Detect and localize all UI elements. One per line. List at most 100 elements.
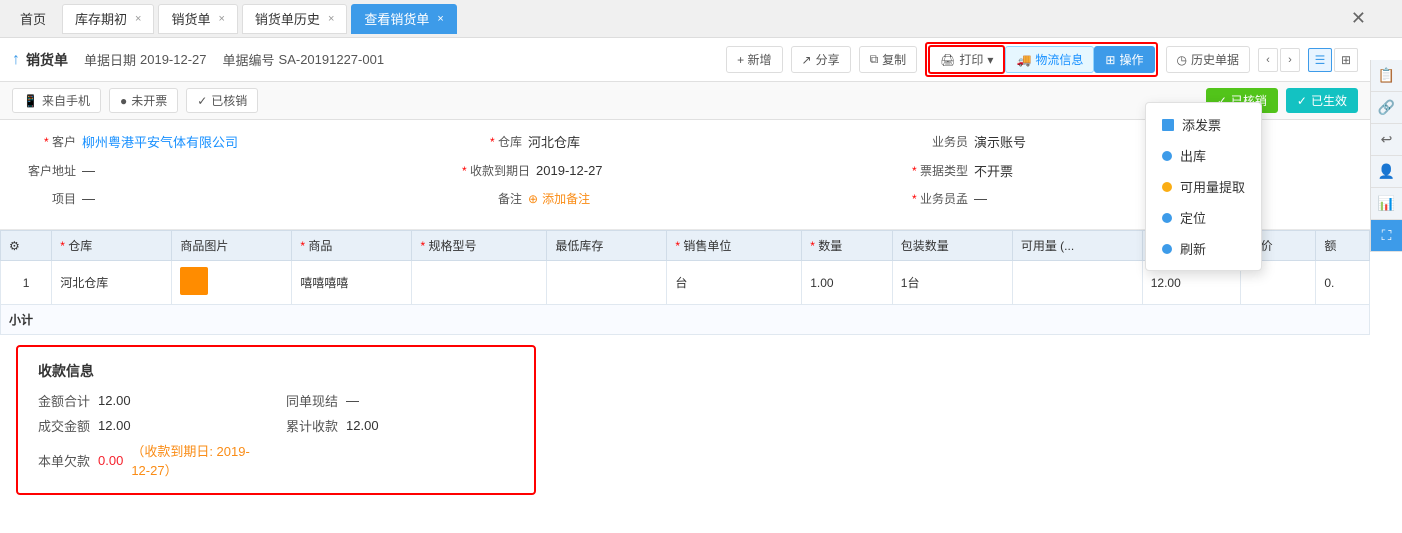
out-warehouse-icon <box>1162 151 1172 161</box>
sidebar-icon-6[interactable]: ⛶ <box>1371 220 1402 252</box>
row-available <box>1012 261 1142 305</box>
done-button[interactable]: ✓ 已核销 <box>186 88 258 113</box>
next-button[interactable]: › <box>1280 48 1300 72</box>
customer-value[interactable]: 柳州粤港平安气体有限公司 <box>82 132 238 151</box>
ticket-icon: ● <box>120 94 127 108</box>
locate-label: 定位 <box>1180 208 1206 227</box>
row-product: 嘻嘻嘻嘻 <box>292 261 412 305</box>
col-gear[interactable]: ⚙ <box>1 231 52 261</box>
col-product-img: 商品图片 <box>172 231 292 261</box>
salesperson-label: 业务员孟 <box>908 190 968 207</box>
history-button[interactable]: ◷ 历史单据 <box>1166 46 1251 73</box>
list-view-button[interactable]: ☰ <box>1308 48 1332 72</box>
menu-item-add-invoice[interactable]: 添发票 <box>1146 109 1261 140</box>
prev-button[interactable]: ‹ <box>1258 48 1278 72</box>
add-invoice-label: 添发票 <box>1182 115 1221 134</box>
date-label: 单据日期 <box>84 50 136 69</box>
operations-button[interactable]: ⊞ 操作 <box>1094 46 1154 73</box>
ticket-type-field: 票据类型 不开票 <box>908 161 1354 180</box>
tab-sales-history[interactable]: 销货单历史 × <box>242 4 347 34</box>
total-amount-value: 12.00 <box>98 393 131 408</box>
subtotal-label: 小计 <box>1 305 1370 335</box>
from-phone-button[interactable]: 📱 来自手机 <box>12 88 101 113</box>
address-value: — <box>82 163 202 178</box>
row-warehouse: 河北仓库 <box>52 261 172 305</box>
same-order-row: 同单现结 — <box>286 391 514 410</box>
tab-home[interactable]: 首页 <box>8 4 58 34</box>
tab-sales-order[interactable]: 销货单 × <box>158 4 237 34</box>
product-image <box>180 267 208 295</box>
number-value: SA-20191227-001 <box>279 52 385 67</box>
doc-actions: + 新增 ↗ 分享 ⧉ 复制 🖨 打印 ▾ 🚚 <box>726 42 1358 77</box>
balance-value: 0.00 <box>98 453 123 468</box>
ticket-type-label: 票据类型 <box>908 162 968 179</box>
menu-item-out-warehouse[interactable]: 出库 <box>1146 140 1261 171</box>
share-button[interactable]: ↗ 分享 <box>791 46 851 73</box>
row-min-stock <box>547 261 667 305</box>
payment-due-field: 收款到期日 2019-12-27 <box>462 162 908 179</box>
deal-amount-row: 成交金额 12.00 <box>38 416 266 435</box>
effective-button[interactable]: ✓ 已生效 <box>1286 88 1358 113</box>
new-button[interactable]: + 新增 <box>726 46 782 73</box>
menu-item-refresh[interactable]: 刷新 <box>1146 233 1261 264</box>
staff-label: 业务员 <box>908 133 968 150</box>
menu-item-available-qty[interactable]: 可用量提取 <box>1146 171 1261 202</box>
right-sidebar: 📋 🔗 ↩ 👤 📊 ⛶ <box>1370 60 1402 252</box>
col-warehouse: 仓库 <box>52 231 172 261</box>
sidebar-icon-1[interactable]: 📋 <box>1371 60 1402 92</box>
tab-view-close[interactable]: × <box>437 13 443 25</box>
not-open-button[interactable]: ● 未开票 <box>109 88 178 113</box>
warehouse-label: 仓库 <box>462 133 522 150</box>
sidebar-icon-3[interactable]: ↩ <box>1371 124 1402 156</box>
tab-sales-close[interactable]: × <box>218 13 224 25</box>
grid-view-button[interactable]: ⊞ <box>1334 48 1358 72</box>
logistics-button[interactable]: 🚚 物流信息 <box>1005 46 1094 73</box>
doc-title: ↑ 销货单 <box>12 50 68 70</box>
tab-bar: 首页 库存期初 × 销货单 × 销货单历史 × 查看销货单 × ✕ <box>0 0 1402 38</box>
note-label: 备注 <box>462 190 522 207</box>
row-pack-qty: 1台 <box>892 261 1012 305</box>
copy-button[interactable]: ⧉ 复制 <box>859 46 918 73</box>
menu-item-locate[interactable]: 定位 <box>1146 202 1261 233</box>
tab-history-label: 销货单历史 <box>255 9 320 28</box>
refresh-icon <box>1162 244 1172 254</box>
locate-icon <box>1162 213 1172 223</box>
effective-icon: ✓ <box>1297 94 1307 108</box>
row-sales-unit: 台 <box>667 261 802 305</box>
tab-inventory-label: 库存期初 <box>75 9 127 28</box>
window-close-button[interactable]: ✕ <box>1351 8 1366 29</box>
customer-field: 客户 柳州粤港平安气体有限公司 <box>16 132 462 151</box>
sidebar-icon-5[interactable]: 📊 <box>1371 188 1402 220</box>
same-order-value: — <box>346 393 359 408</box>
tab-inventory-close[interactable]: × <box>135 13 141 25</box>
col-spec: 规格型号 <box>412 231 547 261</box>
print-icon: 🖨 <box>940 53 955 67</box>
col-pack-qty: 包装数量 <box>892 231 1012 261</box>
add-note-icon: ⊕ <box>528 192 538 206</box>
tab-view-sales[interactable]: 查看销货单 × <box>351 4 456 34</box>
col-quantity: 数量 <box>802 231 893 261</box>
col-min-stock: 最低库存 <box>547 231 667 261</box>
tab-history-close[interactable]: × <box>328 13 334 25</box>
salesperson-value: — <box>974 191 1094 206</box>
out-warehouse-label: 出库 <box>1180 146 1206 165</box>
add-note-button[interactable]: ⊕ 添加备注 <box>528 190 590 207</box>
doc-type-label: 销货单 <box>26 50 68 70</box>
tab-view-label: 查看销货单 <box>364 9 429 28</box>
sidebar-icon-4[interactable]: 👤 <box>1371 156 1402 188</box>
payment-info: 收款信息 金额合计 12.00 同单现结 — 成交金额 12.00 累计收款 1… <box>16 345 536 495</box>
history-icon: ◷ <box>1177 53 1187 67</box>
total-amount-row: 金额合计 12.00 <box>38 391 266 410</box>
tab-home-label: 首页 <box>20 9 46 28</box>
cumulative-value: 12.00 <box>346 418 379 433</box>
tab-inventory-init[interactable]: 库存期初 × <box>62 4 154 34</box>
salesperson-field: 业务员孟 — <box>908 190 1354 207</box>
copy-icon: ⧉ <box>870 52 879 67</box>
print-button[interactable]: 🖨 打印 ▾ <box>928 45 1005 74</box>
sidebar-icon-2[interactable]: 🔗 <box>1371 92 1402 124</box>
row-quantity: 1.00 <box>802 261 893 305</box>
dropdown-menu: 添发票 出库 可用量提取 定位 刷新 <box>1145 102 1262 271</box>
cumulative-label: 累计收款 <box>286 416 338 435</box>
balance-label: 本单欠款 <box>38 451 90 470</box>
done-icon: ✓ <box>197 94 207 108</box>
